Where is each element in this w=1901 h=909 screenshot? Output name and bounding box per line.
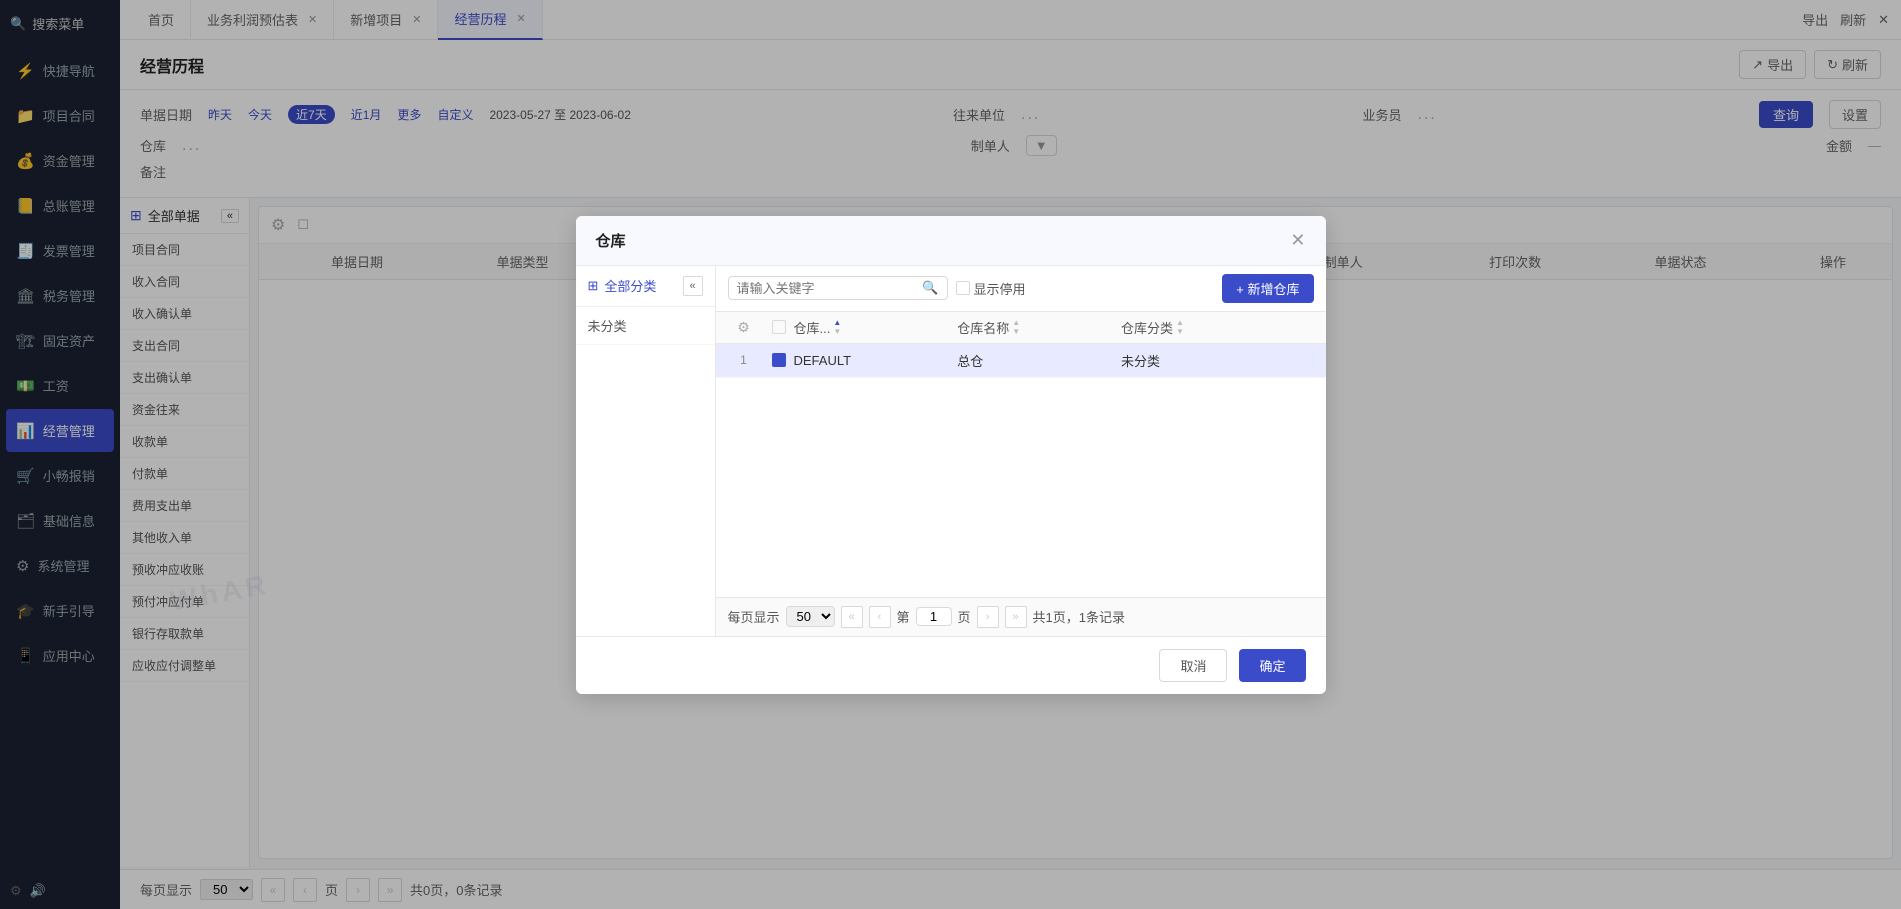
modal-close-btn[interactable]: ✕: [1290, 230, 1305, 251]
show-disabled-label[interactable]: 显示停用: [956, 279, 1026, 298]
row-select-checkbox[interactable]: [772, 353, 786, 367]
modal-per-page-label: 每页显示: [728, 607, 780, 626]
modal-page-label: 页: [958, 607, 971, 626]
row-name: 总仓: [957, 351, 1121, 370]
modal-title: 仓库: [596, 230, 626, 251]
sort-down-name: ▼: [1012, 328, 1020, 336]
category-header[interactable]: ⊞ 全部分类 «: [576, 266, 715, 307]
row-checkbox[interactable]: [764, 353, 794, 367]
category-grid-icon: ⊞: [588, 278, 599, 294]
row-category: 未分类: [1121, 351, 1318, 370]
wh-table-header: ⚙ 仓库... ▲ ▼ 仓库名称: [716, 312, 1326, 344]
warehouse-toolbar: 🔍 显示停用 + 新增仓库: [716, 266, 1326, 312]
add-warehouse-btn[interactable]: + 新增仓库: [1222, 274, 1313, 303]
wh-col-name[interactable]: 仓库名称 ▲ ▼: [957, 318, 1121, 337]
row-index: 1: [724, 353, 764, 367]
category-item-uncategorized[interactable]: 未分类: [576, 307, 715, 345]
modal-prev-btn[interactable]: ‹: [869, 606, 891, 628]
name-sort-arrows: ▲ ▼: [1012, 319, 1020, 336]
wh-col-code[interactable]: 仓库... ▲ ▼: [794, 318, 958, 337]
modal-body: ⊞ 全部分类 « 未分类 🔍 显示停用: [576, 266, 1326, 636]
wh-col-check[interactable]: [764, 320, 794, 334]
confirm-button[interactable]: 确定: [1239, 649, 1305, 682]
table-row[interactable]: 1 DEFAULT 总仓 未分类: [716, 344, 1326, 378]
cancel-button[interactable]: 取消: [1159, 649, 1227, 682]
category-panel: ⊞ 全部分类 « 未分类: [576, 266, 716, 636]
modal-first-btn[interactable]: «: [841, 606, 863, 628]
wh-col-idx: ⚙: [724, 319, 764, 336]
sort-up-icon: ▲: [833, 319, 841, 327]
modal-page-input[interactable]: [916, 607, 952, 626]
code-sort-arrows: ▲ ▼: [833, 319, 841, 336]
category-collapse-btn[interactable]: «: [683, 276, 703, 296]
modal-overlay: 仓库 ✕ ⊞ 全部分类 « 未分类 🔍: [0, 0, 1901, 909]
sort-up-name: ▲: [1012, 319, 1020, 327]
sort-up-cat: ▲: [1176, 319, 1184, 327]
row-code: DEFAULT: [794, 353, 958, 368]
select-all-checkbox[interactable]: [772, 320, 786, 334]
modal-total-label: 共1页，1条记录: [1033, 607, 1125, 626]
modal-footer: 取消 确定: [576, 636, 1326, 694]
col-gear-icon[interactable]: ⚙: [737, 319, 750, 335]
warehouse-panel: 🔍 显示停用 + 新增仓库 ⚙: [716, 266, 1326, 636]
cat-sort-arrows: ▲ ▼: [1176, 319, 1184, 336]
sort-down-cat: ▼: [1176, 328, 1184, 336]
sort-down-icon: ▼: [833, 328, 841, 336]
warehouse-modal: 仓库 ✕ ⊞ 全部分类 « 未分类 🔍: [576, 216, 1326, 694]
wh-col-cat[interactable]: 仓库分类 ▲ ▼: [1121, 318, 1318, 337]
search-input[interactable]: [737, 281, 923, 296]
modal-header: 仓库 ✕: [576, 216, 1326, 266]
modal-per-page-select[interactable]: 50: [786, 606, 835, 627]
modal-page-label-pre: 第: [897, 607, 910, 626]
modal-last-btn[interactable]: »: [1005, 606, 1027, 628]
search-icon: 🔍: [922, 280, 938, 296]
modal-pagination: 每页显示 50 « ‹ 第 页 › » 共1页，1条记录: [716, 597, 1326, 636]
search-wrap: 🔍: [728, 276, 948, 300]
wh-table: 1 DEFAULT 总仓 未分类: [716, 344, 1326, 597]
modal-next-btn[interactable]: ›: [977, 606, 999, 628]
show-disabled-checkbox[interactable]: [956, 281, 970, 295]
